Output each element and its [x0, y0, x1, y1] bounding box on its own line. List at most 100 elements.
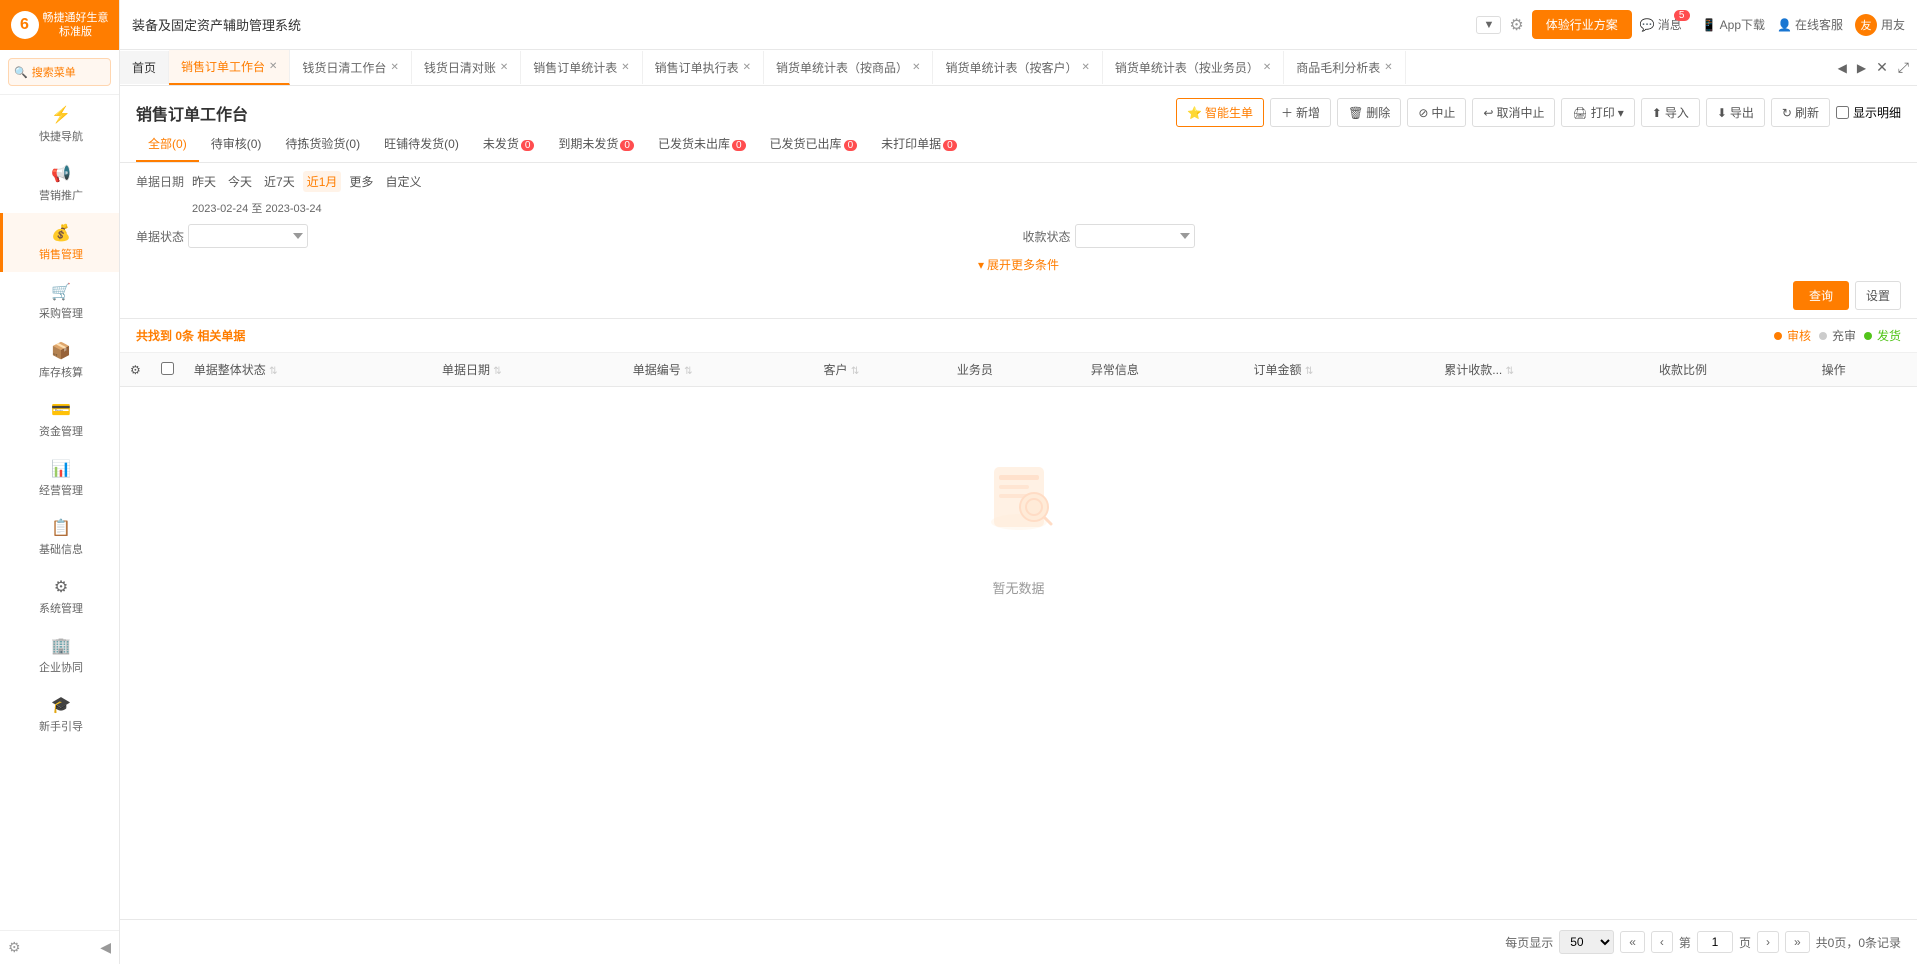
tab-cash-daily[interactable]: 钱货日清工作台 ✕: [290, 51, 411, 84]
topbar-industry-button[interactable]: 体验行业方案: [1532, 10, 1632, 39]
th-number: 单据编号 ⇅: [623, 353, 814, 387]
cancel-audit-button[interactable]: 充审: [1819, 327, 1856, 344]
page-prev-button[interactable]: ‹: [1651, 931, 1673, 953]
sidebar-item-purchase[interactable]: 🛒 采购管理: [0, 272, 119, 331]
app-download-button[interactable]: 📱 App下载: [1702, 16, 1765, 33]
topbar-settings-button[interactable]: ⚙: [1509, 15, 1523, 35]
subtab-shipped-out[interactable]: 已发货已出库0: [758, 127, 870, 162]
sidebar-item-corp[interactable]: 🏢 企业协同: [0, 626, 119, 685]
sidebar-item-marketing[interactable]: 📢 营销推广: [0, 154, 119, 213]
tab-sales-summary-customer[interactable]: 销货单统计表（按客户） ✕: [933, 51, 1102, 84]
sort-amount-icon[interactable]: ⇅: [1305, 366, 1313, 377]
sidebar-settings-button[interactable]: ⚙: [8, 939, 21, 956]
tab-close-sales-workbench[interactable]: ✕: [269, 61, 277, 72]
tab-close-sales-summary-customer[interactable]: ✕: [1081, 62, 1089, 73]
tab-close-cash-daily[interactable]: ✕: [390, 62, 398, 73]
tab-gross-margin[interactable]: 商品毛利分析表 ✕: [1284, 51, 1405, 84]
print-button[interactable]: 🖨 打印 ▾: [1561, 98, 1634, 127]
expand-icon: ▾: [978, 258, 984, 272]
message-button[interactable]: 💬 消息 5: [1640, 16, 1682, 33]
sidebar-item-operation[interactable]: 📊 经营管理: [0, 449, 119, 508]
subtab-not-printed[interactable]: 未打印单据0: [869, 127, 969, 162]
subtab-all[interactable]: 全部(0): [136, 127, 199, 162]
page-last-button[interactable]: »: [1785, 931, 1810, 953]
topbar-expand-button[interactable]: ▼: [1476, 16, 1501, 34]
status-select[interactable]: [188, 224, 308, 248]
tab-sales-workbench[interactable]: 销售订单工作台 ✕: [169, 50, 290, 85]
subtab-not-shipped[interactable]: 未发货0: [471, 127, 547, 162]
tab-close-sales-summary-staff[interactable]: ✕: [1263, 62, 1271, 73]
sort-status-icon[interactable]: ⇅: [269, 366, 277, 377]
date-yesterday-btn[interactable]: 昨天: [188, 171, 220, 192]
tab-cash-reconcile[interactable]: 钱货日清对账 ✕: [412, 51, 521, 84]
tab-scroll-left[interactable]: ◀: [1834, 57, 1851, 79]
setup-button[interactable]: 设置: [1855, 281, 1901, 310]
tab-close-sales-stat[interactable]: ✕: [621, 62, 629, 73]
audit-button[interactable]: 审核: [1774, 327, 1811, 344]
sidebar-item-sales[interactable]: 💰 销售管理: [0, 213, 119, 272]
page-number-input[interactable]: [1697, 931, 1733, 953]
sidebar-item-guide[interactable]: 🎓 新手引导: [0, 685, 119, 744]
sidebar-item-inventory[interactable]: 📦 库存核算: [0, 331, 119, 390]
select-all-checkbox[interactable]: [161, 362, 174, 375]
tab-sales-exec[interactable]: 销售订单执行表 ✕: [643, 51, 764, 84]
date-1month-btn[interactable]: 近1月: [303, 171, 342, 192]
inventory-icon: 📦: [51, 341, 71, 361]
cancel-stop-button[interactable]: ↩ 取消中止: [1472, 98, 1555, 127]
per-page-select[interactable]: 50 10 20 100: [1559, 930, 1614, 954]
data-table: ⚙ 单据整体状态 ⇅ 单据日期 ⇅: [120, 353, 1917, 387]
sidebar-item-system[interactable]: ⚙ 系统管理: [0, 567, 119, 626]
table-scroll-area[interactable]: ⚙ 单据整体状态 ⇅ 单据日期 ⇅: [120, 353, 1917, 919]
export-button[interactable]: ⬇ 导出: [1706, 98, 1765, 127]
tab-close-sales-summary-product[interactable]: ✕: [912, 62, 920, 73]
subtab-wangpu-pending[interactable]: 旺铺待发货(0): [372, 127, 471, 162]
sort-number-icon[interactable]: ⇅: [684, 366, 692, 377]
ship-button[interactable]: 发货: [1864, 327, 1901, 344]
sidebar-collapse-button[interactable]: ◀: [100, 939, 111, 956]
add-button[interactable]: ＋ 新增: [1270, 98, 1331, 127]
stop-button[interactable]: ⊘ 中止: [1407, 98, 1466, 127]
online-service-button[interactable]: 👤 在线客服: [1777, 16, 1843, 33]
logo-icon: 6: [11, 11, 39, 39]
import-button[interactable]: ⬆ 导入: [1641, 98, 1700, 127]
sidebar-item-finance[interactable]: 💳 资金管理: [0, 390, 119, 449]
page-suffix-label: 页: [1739, 934, 1751, 951]
sidebar-item-quick-nav[interactable]: ⚡ 快捷导航: [0, 95, 119, 154]
sort-date-icon[interactable]: ⇅: [493, 366, 501, 377]
tab-scroll-right[interactable]: ▶: [1853, 57, 1870, 79]
page-next-button[interactable]: ›: [1757, 931, 1779, 953]
smart-create-button[interactable]: ⭐ 智能生单: [1176, 98, 1264, 127]
date-custom-btn[interactable]: 自定义: [381, 171, 425, 192]
show-detail-checkbox[interactable]: [1836, 106, 1849, 119]
query-button[interactable]: 查询: [1793, 281, 1849, 310]
tab-close-gross-margin[interactable]: ✕: [1384, 62, 1392, 73]
page-actions: ⭐ 智能生单 ＋ 新增 🗑 删除 ⊘ 中止 ↩ 取消中止: [1176, 98, 1901, 127]
subtab-pending-review[interactable]: 待审核(0): [199, 127, 274, 162]
user-menu-button[interactable]: 友 用友: [1855, 14, 1905, 36]
tab-sales-summary-product[interactable]: 销货单统计表（按商品） ✕: [764, 51, 933, 84]
sort-received-icon[interactable]: ⇅: [1506, 366, 1514, 377]
show-detail-label[interactable]: 显示明细: [1836, 104, 1901, 121]
tab-sales-stat[interactable]: 销售订单统计表 ✕: [521, 51, 642, 84]
date-more-btn[interactable]: 更多: [345, 171, 377, 192]
sidebar-item-basic[interactable]: 📋 基础信息: [0, 508, 119, 567]
refresh-button[interactable]: ↻ 刷新: [1771, 98, 1830, 127]
subtab-shipped-not-out[interactable]: 已发货未出库0: [646, 127, 758, 162]
subtab-pending-inspect[interactable]: 待拣货验货(0): [273, 127, 372, 162]
tab-close-cash-reconcile[interactable]: ✕: [500, 62, 508, 73]
expand-conditions-button[interactable]: ▾ 展开更多条件: [978, 256, 1059, 273]
tab-expand[interactable]: ⤢: [1894, 55, 1913, 80]
settings-icon[interactable]: ⚙: [130, 363, 141, 377]
payment-select[interactable]: [1075, 224, 1195, 248]
delete-button[interactable]: 🗑 删除: [1337, 98, 1401, 127]
subtab-expired-not-shipped[interactable]: 到期未发货0: [546, 127, 646, 162]
date-today-btn[interactable]: 今天: [224, 171, 256, 192]
tab-home[interactable]: 首页: [120, 51, 169, 84]
tab-close-all[interactable]: ✕: [1872, 55, 1892, 80]
date-7days-btn[interactable]: 近7天: [260, 171, 299, 192]
search-menu-button[interactable]: 🔍 搜索菜单: [8, 58, 111, 86]
page-first-button[interactable]: «: [1620, 931, 1645, 953]
sort-customer-icon[interactable]: ⇅: [851, 366, 859, 377]
tab-sales-summary-staff[interactable]: 销货单统计表（按业务员） ✕: [1103, 51, 1284, 84]
tab-close-sales-exec[interactable]: ✕: [743, 62, 751, 73]
